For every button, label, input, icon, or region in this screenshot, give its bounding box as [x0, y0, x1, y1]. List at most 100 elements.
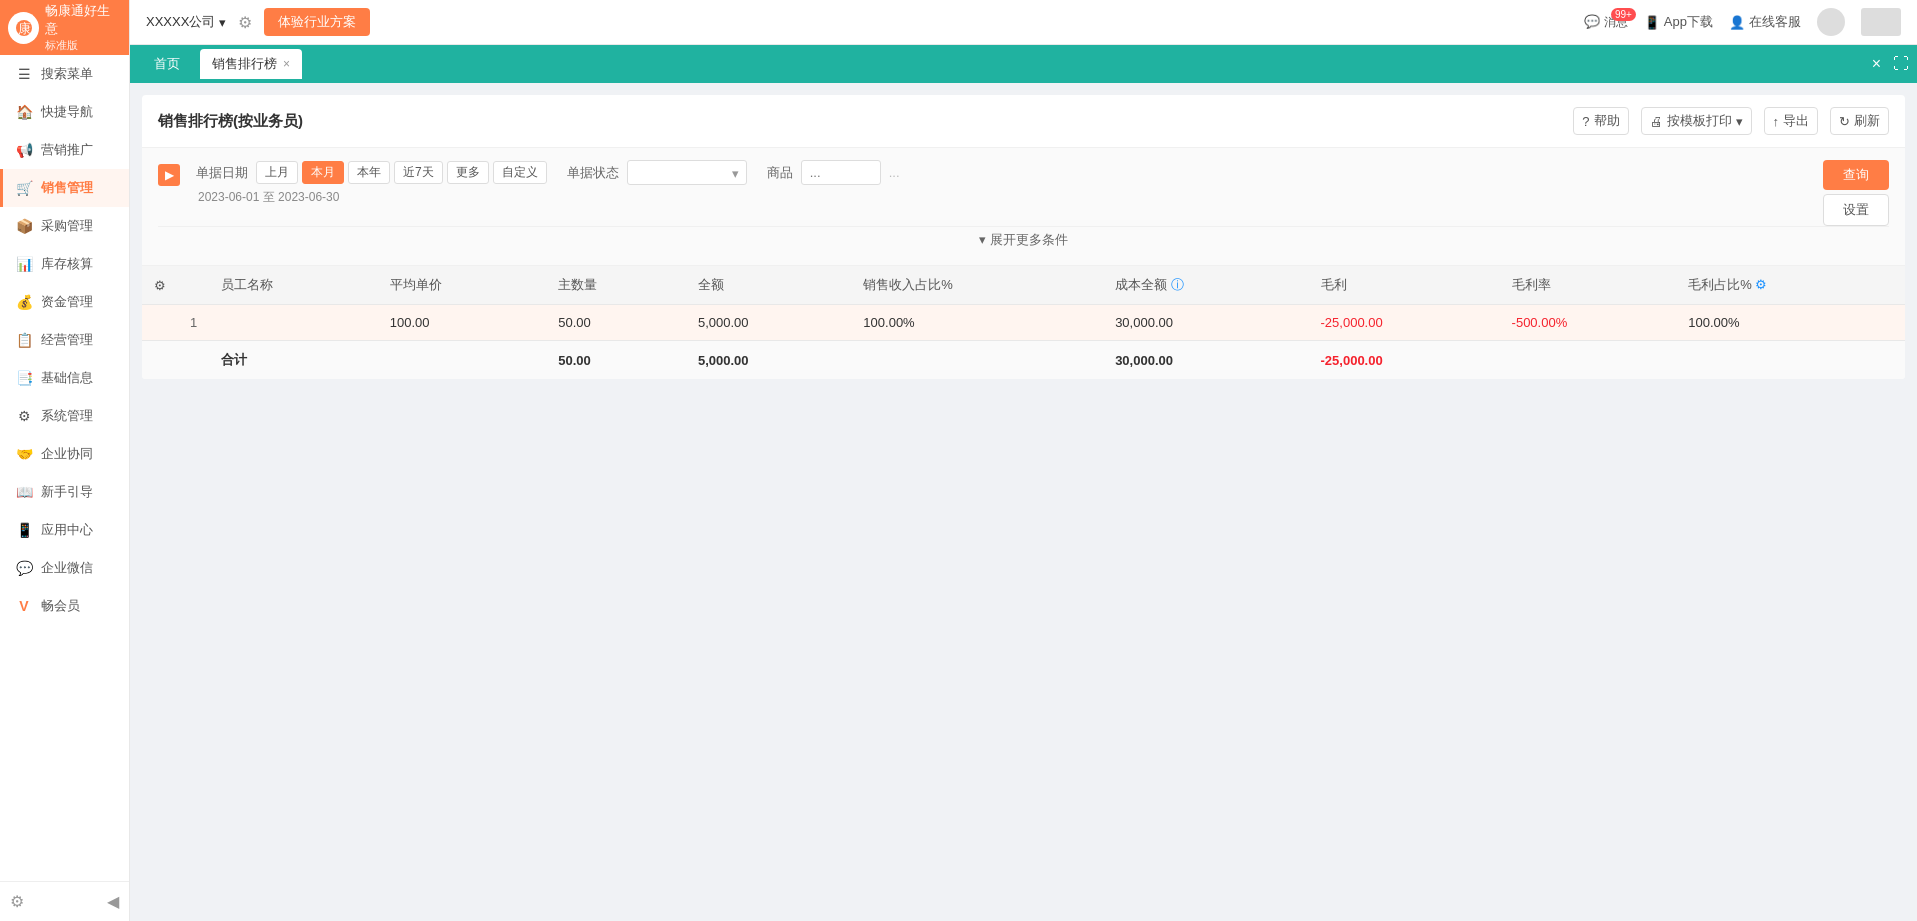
th-employee-name: 员工名称 [209, 266, 378, 305]
refresh-icon: ↻ [1839, 114, 1850, 129]
page-header-actions: ? 帮助 🖨 按模板打印 ▾ ↑ 导出 ↻ 刷新 [1573, 107, 1889, 135]
filter-expand-arrow[interactable]: ▶ [158, 164, 180, 186]
status-select[interactable] [627, 160, 747, 185]
table-footer-row: 合计 50.00 5,000.00 30,000.00 -25,000.00 [142, 341, 1905, 380]
sidebar-item-shortcuts[interactable]: 🏠 快捷导航 [0, 93, 129, 131]
topbar-right: 💬 99+ 消息 📱 App下载 👤 在线客服 [1584, 8, 1901, 36]
date-btn-last-month[interactable]: 上月 [256, 161, 298, 184]
cell-gross: -25,000.00 [1309, 305, 1500, 341]
export-btn[interactable]: ↑ 导出 [1764, 107, 1819, 135]
print-icon: 🖨 [1650, 114, 1663, 129]
messages-badge[interactable]: 💬 99+ 消息 [1584, 14, 1628, 31]
purchase-icon: 📦 [15, 218, 33, 234]
vip-icon: V [15, 598, 33, 614]
cell-rank: 1 [178, 305, 209, 341]
message-icon: 💬 [1584, 14, 1600, 29]
app-name: 畅康通好生意 标准版 [45, 2, 121, 54]
table-body: 1 100.00 50.00 5,000.00 100.00% 30,000.0… [142, 305, 1905, 341]
inventory-icon: 📊 [15, 256, 33, 272]
sidebar-nav: ☰ 搜索菜单 🏠 快捷导航 📢 营销推广 🛒 销售管理 📦 采购管理 📊 库存核… [0, 55, 129, 881]
tab-sales-ranking[interactable]: 销售排行榜 × [200, 49, 302, 79]
date-btn-this-month[interactable]: 本月 [302, 161, 344, 184]
page-title: 销售排行榜(按业务员) [158, 112, 303, 131]
finance-icon: 💰 [15, 294, 33, 310]
system-icon: ⚙ [15, 408, 33, 424]
date-btn-custom[interactable]: 自定义 [493, 161, 547, 184]
filter-action-buttons: 查询 设置 [1823, 160, 1889, 226]
tab-close-icon[interactable]: × [283, 57, 290, 71]
sidebar-item-purchase[interactable]: 📦 采购管理 [0, 207, 129, 245]
date-btn-this-year[interactable]: 本年 [348, 161, 390, 184]
th-settings[interactable]: ⚙ [142, 266, 178, 305]
tab-minimize-icon[interactable]: × [1872, 55, 1881, 73]
help-btn[interactable]: ? 帮助 [1573, 107, 1628, 135]
cell-gross-pct: 100.00% [1676, 305, 1905, 341]
app-download-btn[interactable]: 📱 App下载 [1644, 13, 1713, 31]
sidebar-item-marketing[interactable]: 📢 营销推广 [0, 131, 129, 169]
sidebar-logo: 康 畅康通好生意 标准版 [0, 0, 129, 55]
help-icon: ? [1582, 114, 1589, 129]
sidebar-item-guide[interactable]: 📖 新手引导 [0, 473, 129, 511]
company-selector[interactable]: XXXXX公司 ▾ [146, 13, 226, 31]
user-avatar[interactable] [1817, 8, 1845, 36]
date-filter-label: 单据日期 [196, 164, 248, 182]
cell-quantity: 50.00 [546, 305, 686, 341]
refresh-btn[interactable]: ↻ 刷新 [1830, 107, 1889, 135]
sidebar-item-finance[interactable]: 💰 资金管理 [0, 283, 129, 321]
filter-groups: 单据日期 上月 本月 本年 近7天 更多 自定义 [196, 160, 1807, 206]
footer-rank-cell [178, 341, 209, 380]
sidebar-item-apps[interactable]: 📱 应用中心 [0, 511, 129, 549]
operations-icon: 📋 [15, 332, 33, 348]
apps-icon: 📱 [15, 522, 33, 538]
goods-input[interactable] [801, 160, 881, 185]
sidebar: 康 畅康通好生意 标准版 ☰ 搜索菜单 🏠 快捷导航 📢 营销推广 🛒 销售管理… [0, 0, 130, 921]
th-cost: 成本全额 ⓘ [1103, 266, 1308, 305]
service-icon: 👤 [1729, 15, 1745, 30]
settings-btn[interactable]: 设置 [1823, 194, 1889, 226]
sidebar-item-wechat[interactable]: 💬 企业微信 [0, 549, 129, 587]
print-dropdown-icon: ▾ [1736, 114, 1743, 129]
sidebar-settings-icon[interactable]: ⚙ [10, 892, 24, 911]
goods-more-icon[interactable]: ... [889, 165, 900, 180]
page-card: 销售排行榜(按业务员) ? 帮助 🖨 按模板打印 ▾ ↑ 导出 [142, 95, 1905, 379]
filter-status-group: 单据状态 [567, 160, 747, 185]
status-filter-label: 单据状态 [567, 164, 619, 182]
download-icon: 📱 [1644, 15, 1660, 30]
sidebar-item-search[interactable]: ☰ 搜索菜单 [0, 55, 129, 93]
table-header-row: ⚙ 员工名称 平均单价 主数量 全额 销售收入占比% 成本全额 ⓘ 毛利 毛利率… [142, 266, 1905, 305]
print-btn[interactable]: 🖨 按模板打印 ▾ [1641, 107, 1752, 135]
tab-home[interactable]: 首页 [138, 45, 196, 83]
sidebar-item-system[interactable]: ⚙ 系统管理 [0, 397, 129, 435]
sidebar-item-collaboration[interactable]: 🤝 企业协同 [0, 435, 129, 473]
topbar-settings-icon[interactable]: ⚙ [238, 13, 252, 32]
company-dropdown-icon: ▾ [219, 15, 226, 30]
online-service-btn[interactable]: 👤 在线客服 [1729, 13, 1801, 31]
cell-employee-name [209, 305, 378, 341]
cell-gross-rate: -500.00% [1500, 305, 1677, 341]
column-settings-icon[interactable]: ⚙ [154, 278, 166, 293]
expand-more-btn[interactable]: ▾ 展开更多条件 [158, 226, 1889, 253]
goods-filter-label: 商品 [767, 164, 793, 182]
sidebar-item-operations[interactable]: 📋 经营管理 [0, 321, 129, 359]
marketing-icon: 📢 [15, 142, 33, 158]
date-btn-more[interactable]: 更多 [447, 161, 489, 184]
footer-gross: -25,000.00 [1309, 341, 1500, 380]
sidebar-item-basic-info[interactable]: 📑 基础信息 [0, 359, 129, 397]
sidebar-item-vip[interactable]: V 畅会员 [0, 587, 129, 625]
trial-btn[interactable]: 体验行业方案 [264, 8, 370, 36]
sidebar-collapse-icon[interactable]: ◀ [107, 892, 119, 911]
tab-maximize-icon[interactable]: ⛶ [1893, 55, 1909, 73]
status-select-wrap [627, 160, 747, 185]
sidebar-item-inventory[interactable]: 📊 库存核算 [0, 245, 129, 283]
date-range-display: 2023-06-01 至 2023-06-30 [196, 189, 1807, 206]
footer-label: 合计 [209, 341, 378, 380]
footer-sales-pct [851, 341, 1103, 380]
sidebar-item-sales[interactable]: 🛒 销售管理 [0, 169, 129, 207]
footer-avg-price [378, 341, 547, 380]
query-btn[interactable]: 查询 [1823, 160, 1889, 190]
company-name: XXXXX公司 [146, 13, 215, 31]
footer-amount: 5,000.00 [686, 341, 851, 380]
cell-sales-pct: 100.00% [851, 305, 1103, 341]
date-btn-7days[interactable]: 近7天 [394, 161, 443, 184]
svg-text:康: 康 [17, 21, 30, 36]
